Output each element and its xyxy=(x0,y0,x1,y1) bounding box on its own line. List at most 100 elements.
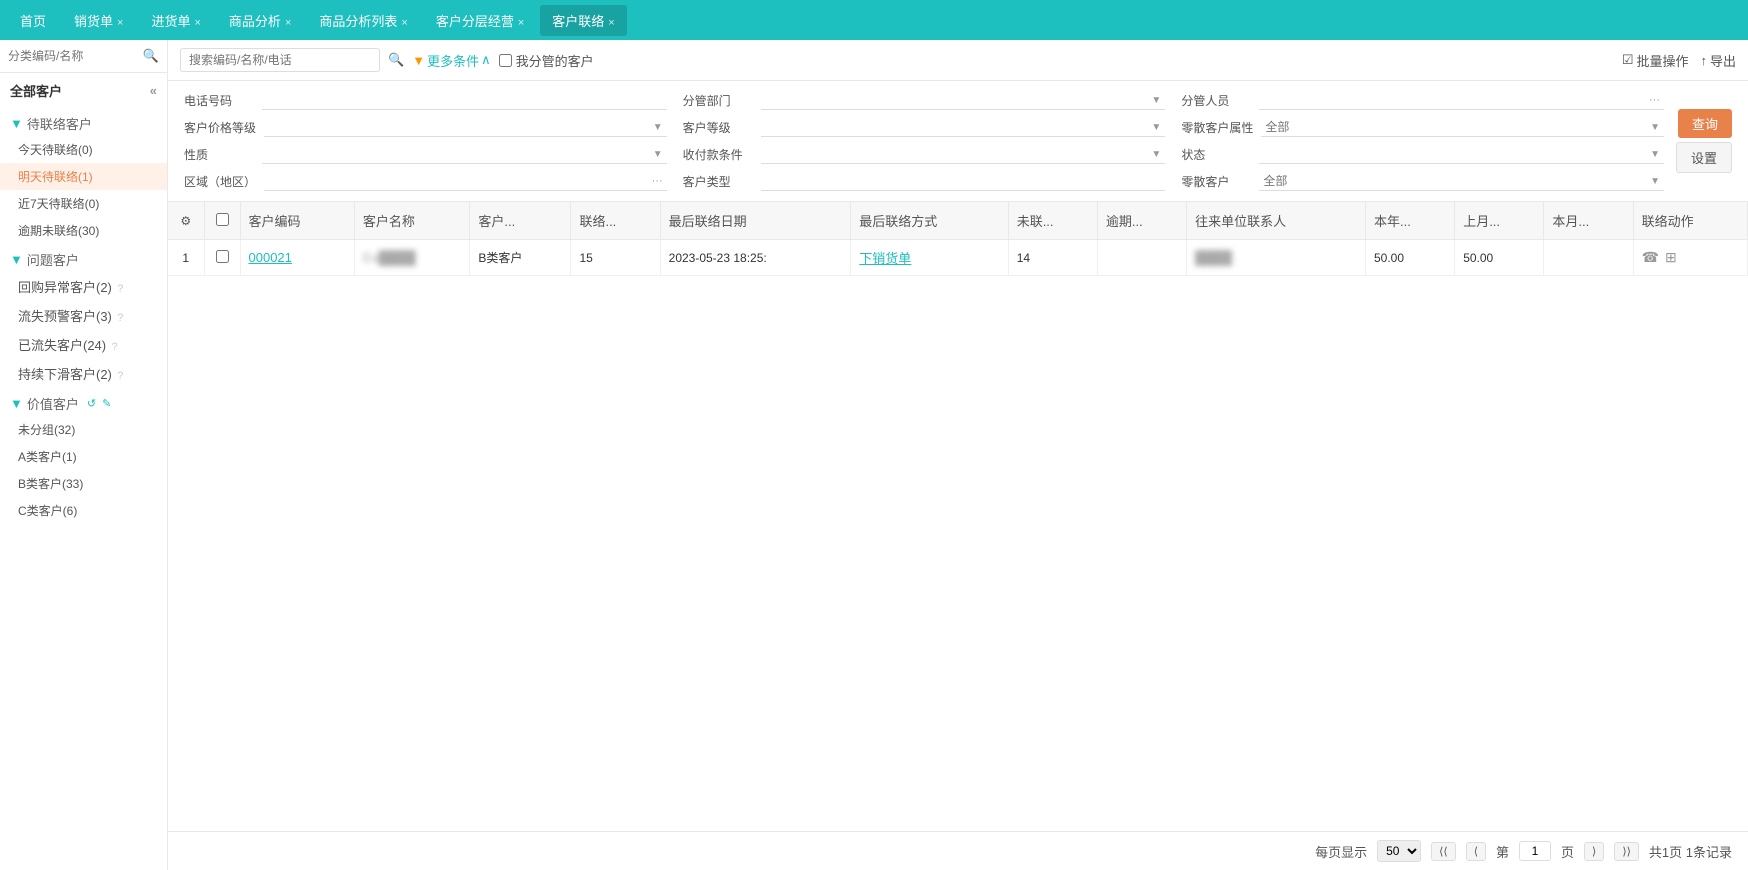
sidebar-collapse-icon[interactable]: « xyxy=(150,83,157,98)
customer-table: ⚙ 客户编码 客户名称 客户... 联络... 最后联络日期 最后联络方式 未联… xyxy=(168,202,1748,276)
top-navigation: 首页 销货单× 进货单× 商品分析× 商品分析列表× 客户分层经营× 客户联络× xyxy=(0,0,1748,40)
customer-value-input[interactable] xyxy=(268,120,649,134)
payment-input[interactable] xyxy=(765,147,1148,161)
more-action-icon[interactable]: ⊞ xyxy=(1665,249,1677,266)
page-label: 第 xyxy=(1496,842,1509,861)
gender-wrap[interactable]: ▼ xyxy=(262,145,667,164)
sidebar-pending-group: ▼ 待联络客户 xyxy=(0,108,167,136)
nav-close-icon[interactable]: × xyxy=(117,17,123,29)
contact-icon[interactable]: ☎ xyxy=(1642,249,1659,266)
search-input[interactable] xyxy=(180,48,380,72)
retail-customer-input[interactable] xyxy=(1263,174,1646,188)
nav-close-icon[interactable]: × xyxy=(518,17,524,29)
col-settings[interactable]: ⚙ xyxy=(168,202,204,240)
nav-purchase-order[interactable]: 进货单× xyxy=(139,5,212,36)
sidebar-item-churn-warning[interactable]: 流失预警客户(3) ? xyxy=(0,301,167,330)
filter-person: 分管人员 ··· xyxy=(1181,91,1664,110)
nav-product-analysis-list[interactable]: 商品分析列表× xyxy=(307,5,419,36)
dept-input-wrap[interactable]: ▼ xyxy=(761,91,1166,110)
sidebar-item-class-b[interactable]: B类客户(33) xyxy=(0,470,167,497)
customer-value-wrap[interactable]: ▼ xyxy=(264,118,667,137)
my-customers-checkbox-label[interactable]: 我分管的客户 xyxy=(499,51,594,70)
retail-attr-input[interactable] xyxy=(1265,120,1646,134)
area-more-icon[interactable]: ··· xyxy=(652,175,663,187)
sidebar-item-7days-pending[interactable]: 近7天待联络(0) xyxy=(0,190,167,217)
row-unlisted: 14 xyxy=(1008,240,1097,276)
sidebar-item-overdue-contact[interactable]: 逾期未联络(30) xyxy=(0,217,167,244)
settings-button[interactable]: 设置 xyxy=(1676,142,1732,173)
filter-customer-type: 客户类型 xyxy=(683,172,1166,191)
batch-operation-btn[interactable]: ☑ 批量操作 xyxy=(1622,51,1689,70)
dept-input[interactable] xyxy=(765,93,1148,107)
retail-attr-arrow: ▼ xyxy=(1650,122,1660,133)
col-checkbox xyxy=(204,202,240,240)
sidebar-item-today-pending[interactable]: 今天待联络(0) xyxy=(0,136,167,163)
nav-close-icon[interactable]: × xyxy=(285,17,291,29)
nav-customer-stratification[interactable]: 客户分层经营× xyxy=(424,5,536,36)
nav-home[interactable]: 首页 xyxy=(8,5,58,36)
col-this-year: 本年... xyxy=(1366,202,1455,240)
payment-arrow: ▼ xyxy=(1151,149,1161,160)
nav-sales-order[interactable]: 销货单× xyxy=(62,5,135,36)
customer-type-input[interactable] xyxy=(765,174,1162,188)
col-last-month: 上月... xyxy=(1455,202,1544,240)
value-edit-icon[interactable]: ✎ xyxy=(102,397,111,410)
status-wrap[interactable]: ▼ xyxy=(1259,145,1664,164)
nav-close-icon[interactable]: × xyxy=(194,17,200,29)
nav-close-icon[interactable]: × xyxy=(401,17,407,29)
area-input[interactable] xyxy=(268,174,652,188)
customer-level-wrap[interactable]: ▼ xyxy=(761,118,1166,137)
gender-input[interactable] xyxy=(266,147,649,161)
person-more-icon[interactable]: ··· xyxy=(1649,94,1660,106)
sidebar-search-area: 🔍 xyxy=(0,40,167,73)
nav-close-icon[interactable]: × xyxy=(608,17,614,29)
sidebar-item-ungrouped[interactable]: 未分组(32) xyxy=(0,416,167,443)
customer-type-wrap[interactable] xyxy=(761,172,1166,191)
retail-attr-wrap[interactable]: ▼ xyxy=(1261,118,1664,137)
sidebar-item-tomorrow-pending[interactable]: 明天待联络(1) xyxy=(0,163,167,190)
payment-wrap[interactable]: ▼ xyxy=(761,145,1166,164)
table-area: ⚙ 客户编码 客户名称 客户... 联络... 最后联络日期 最后联络方式 未联… xyxy=(168,202,1748,831)
export-btn[interactable]: ↑ 导出 xyxy=(1700,51,1736,70)
prev-page-btn[interactable]: ⟨ xyxy=(1466,842,1486,861)
customer-level-input[interactable] xyxy=(765,120,1148,134)
sidebar-search-input[interactable] xyxy=(8,49,143,63)
phone-input-wrap xyxy=(262,91,667,110)
row-last-contact-method[interactable]: 下销货单 xyxy=(851,240,1008,276)
col-contacts: 联络... xyxy=(571,202,660,240)
sidebar-item-declining[interactable]: 持续下滑客户(2) ? xyxy=(0,359,167,388)
first-page-btn[interactable]: ⟨⟨ xyxy=(1431,842,1456,861)
gender-arrow: ▼ xyxy=(653,149,663,160)
sidebar-all-customers[interactable]: 全部客户 « xyxy=(0,73,167,108)
row-customer-code[interactable]: 000021 xyxy=(240,240,354,276)
phone-input[interactable] xyxy=(266,93,663,107)
search-button[interactable]: 🔍 xyxy=(388,52,404,68)
nav-product-analysis[interactable]: 商品分析× xyxy=(217,5,303,36)
next-page-btn[interactable]: ⟩ xyxy=(1584,842,1604,861)
retail-customer-wrap[interactable]: ▼ xyxy=(1259,172,1664,191)
sidebar-search-icon[interactable]: 🔍 xyxy=(143,48,159,64)
person-input[interactable] xyxy=(1263,93,1649,107)
value-refresh-icon[interactable]: ↺ xyxy=(87,397,96,410)
row-last-month: 50.00 xyxy=(1455,240,1544,276)
page-size-select[interactable]: 50 xyxy=(1377,840,1421,862)
filter-bar: 🔍 ▼ 更多条件 ∧ 我分管的客户 ☑ 批量操作 ↑ 导出 xyxy=(168,40,1748,81)
sidebar: 🔍 全部客户 « ▼ 待联络客户 今天待联络(0) 明天待联络(1) 近7天待联… xyxy=(0,40,168,870)
last-page-btn[interactable]: ⟩⟩ xyxy=(1614,842,1639,861)
query-button[interactable]: 查询 xyxy=(1678,109,1732,138)
col-customer-name: 客户名称 xyxy=(354,202,470,240)
sidebar-item-class-a[interactable]: A类客户(1) xyxy=(0,443,167,470)
row-checkbox[interactable] xyxy=(204,240,240,276)
status-input[interactable] xyxy=(1263,147,1646,161)
sidebar-item-class-c[interactable]: C类客户(6) xyxy=(0,497,167,524)
more-conditions-btn[interactable]: ▼ 更多条件 ∧ xyxy=(412,51,490,70)
select-all-checkbox[interactable] xyxy=(216,213,229,226)
my-customers-checkbox[interactable] xyxy=(499,54,512,67)
page-unit: 页 xyxy=(1561,842,1574,861)
sidebar-item-churned[interactable]: 已流失客户(24) ? xyxy=(0,330,167,359)
sidebar-item-abnormal-repurchase[interactable]: 回购异常客户(2) ? xyxy=(0,272,167,301)
page-input[interactable] xyxy=(1519,841,1551,861)
row-select-checkbox[interactable] xyxy=(216,250,229,263)
filter-gender: 性质 ▼ xyxy=(184,145,667,164)
nav-customer-contact[interactable]: 客户联络× xyxy=(540,5,626,36)
